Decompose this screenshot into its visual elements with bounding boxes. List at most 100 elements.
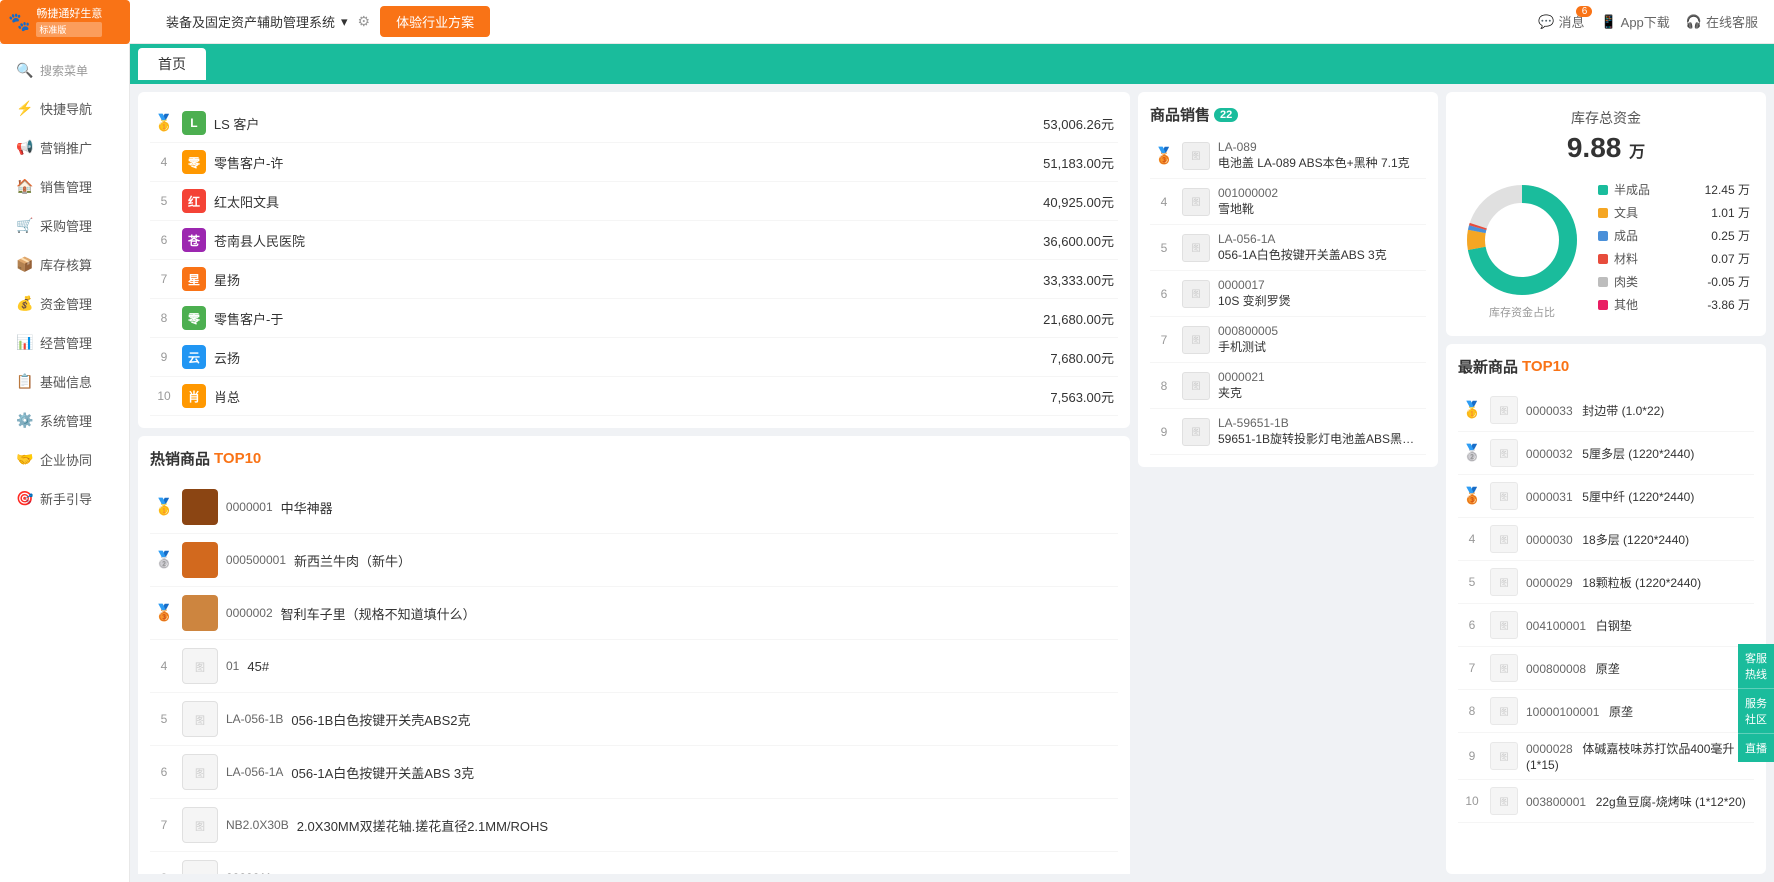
legend-value: 0.07 万: [1711, 250, 1750, 267]
rank-badge: L: [182, 111, 206, 135]
product-row: 8 图 0000011 12070519-xs: [150, 852, 1118, 874]
sidebar-item-purchase[interactable]: 🛒 采购管理: [0, 206, 129, 245]
float-btn-service[interactable]: 客服热线: [1738, 644, 1774, 689]
np-name: 18颗粒板 (1220*2440): [1582, 576, 1701, 590]
np-code: 0000031: [1526, 490, 1573, 504]
sidebar-item-guide[interactable]: 🎯 新手引导: [0, 479, 129, 518]
np-code: 0000030: [1526, 533, 1573, 547]
ranking-row: 7 星 星扬 33,333.00元: [150, 260, 1118, 299]
sidebar-item-finance[interactable]: 💰 资金管理: [0, 284, 129, 323]
legend-item: 文具 1.01 万: [1598, 204, 1750, 221]
rank-amount: 36,600.00元: [1043, 231, 1114, 250]
float-btn-community[interactable]: 服务社区: [1738, 689, 1774, 734]
new-product-row: 4 图 0000030 18多层 (1220*2440): [1458, 518, 1754, 561]
legend-name: 肉类: [1614, 273, 1707, 290]
product-row: 6 图 LA-056-1A 056-1A白色按键开关盖ABS 3克: [150, 746, 1118, 799]
sidebar-item-operation[interactable]: 📊 经营管理: [0, 323, 129, 362]
new-product-row: 10 图 003800001 22g鱼豆腐-烧烤味 (1*12*20): [1458, 780, 1754, 823]
rank-name: 零售客户-许: [214, 153, 1035, 172]
product-code: 0000001: [226, 500, 273, 514]
inventory-card: 库存总资金 9.88 万: [1446, 92, 1766, 336]
ps-name: 手机测试: [1218, 338, 1422, 355]
sidebar-item-marketing[interactable]: 📢 营销推广: [0, 128, 129, 167]
ps-code: 001000002: [1218, 186, 1422, 200]
product-sales-row: 8 图 0000021 夹克: [1150, 363, 1426, 409]
ps-code: 0000021: [1218, 370, 1422, 384]
product-row: 4 图 01 45#: [150, 640, 1118, 693]
nav-tabs: 首页: [130, 44, 1774, 84]
legend-name: 其他: [1614, 296, 1707, 313]
right-panel: 库存总资金 9.88 万: [1446, 92, 1766, 874]
rank-amount: 7,563.00元: [1050, 387, 1114, 406]
system-selector[interactable]: 装备及固定资产辅助管理系统 ▾: [166, 12, 348, 31]
product-name: 45#: [247, 659, 269, 674]
sidebar-item-collab[interactable]: 🤝 企业协同: [0, 440, 129, 479]
product-code: LA-056-1B: [226, 712, 283, 726]
product-sales-row: 🥉 图 LA-089 电池盖 LA-089 ABS本色+黑种 7.1克: [1150, 133, 1426, 179]
ps-name: 雪地靴: [1218, 200, 1422, 217]
product-name: 2.0X30MM双搓花轴.搓花直径2.1MM/ROHS: [297, 816, 548, 835]
legend-dot: [1598, 185, 1608, 195]
product-row: 🥇 0000001 中华神器: [150, 481, 1118, 534]
sidebar-item-search[interactable]: 🔍 搜索菜单: [0, 52, 129, 89]
product-sales-row: 7 图 000800005 手机测试: [1150, 317, 1426, 363]
sidebar-item-quick-nav[interactable]: ⚡ 快捷导航: [0, 89, 129, 128]
np-name: 封边带 (1.0*22): [1582, 404, 1664, 418]
target-icon: 🎯: [16, 490, 32, 507]
app-download-button[interactable]: 📱 App下载: [1600, 12, 1669, 31]
product-sales-title: 商品销售 22: [1150, 104, 1238, 125]
tab-home[interactable]: 首页: [138, 48, 206, 80]
new-products-card: 最新商品 TOP10 🥇 图 0000033 封边带 (1.0*22) 🥈 图 …: [1446, 344, 1766, 874]
hot-products-title: 热销商品 TOP10: [150, 448, 1118, 469]
sidebar-item-sales[interactable]: 🏠 销售管理: [0, 167, 129, 206]
trial-button[interactable]: 体验行业方案: [380, 6, 490, 37]
product-code: 000500001: [226, 553, 286, 567]
gear-button[interactable]: ⚙: [358, 13, 371, 30]
rank-amount: 7,680.00元: [1050, 348, 1114, 367]
product-row: 🥈 000500001 新西兰牛肉（新牛）: [150, 534, 1118, 587]
product-sales-row: 4 图 001000002 雪地靴: [1150, 179, 1426, 225]
product-row: 🥉 0000002 智利车子里（规格不知道填什么）: [150, 587, 1118, 640]
float-btn-broadcast[interactable]: 直播: [1738, 734, 1774, 762]
box-icon: 📦: [16, 256, 32, 273]
new-product-row: 9 图 0000028 体碱嘉枝味苏打饮品400毫升 (1*15): [1458, 733, 1754, 780]
product-sales-header: 商品销售 22: [1150, 104, 1426, 125]
rank-name: 零售客户-于: [214, 309, 1035, 328]
product-code: NB2.0X30B: [226, 818, 289, 832]
sidebar-item-basic[interactable]: 📋 基础信息: [0, 362, 129, 401]
product-code: 0000002: [226, 606, 273, 620]
inventory-amount: 9.88 万: [1462, 132, 1750, 164]
rank-badge: 云: [182, 345, 206, 369]
new-product-row: 5 图 0000029 18颗粒板 (1220*2440): [1458, 561, 1754, 604]
rank-amount: 40,925.00元: [1043, 192, 1114, 211]
ps-name: 59651-1B旋转投影灯电池盖ABS黑色+58克: [1218, 430, 1422, 447]
rank-name: LS 客户: [214, 114, 1035, 133]
product-name: 056-1B白色按键开关壳ABS2克: [291, 710, 470, 729]
product-sales-badge: 22: [1214, 108, 1238, 122]
product-sales-row: 5 图 LA-056-1A 056-1A白色按键开关盖ABS 3克: [1150, 225, 1426, 271]
product-sales-row: 9 图 LA-59651-1B 59651-1B旋转投影灯电池盖ABS黑色+58…: [1150, 409, 1426, 455]
sidebar-item-inventory[interactable]: 📦 库存核算: [0, 245, 129, 284]
online-service-button[interactable]: 🎧 在线客服: [1686, 12, 1758, 31]
legend-value: -0.05 万: [1707, 273, 1750, 290]
legend-dot: [1598, 300, 1608, 310]
rank-amount: 21,680.00元: [1043, 309, 1114, 328]
customer-ranking-list: 🥇 L LS 客户 53,006.26元 4 零 零售客户-许 51,183.0…: [150, 104, 1118, 416]
np-code: 004100001: [1526, 619, 1586, 633]
new-product-row: 6 图 004100001 白钢垫: [1458, 604, 1754, 647]
logo-area: 🐾 畅捷通好生意 标准版: [0, 0, 130, 44]
legend-item: 半成品 12.45 万: [1598, 181, 1750, 198]
np-code: 0000032: [1526, 447, 1573, 461]
floating-buttons: 客服热线 服务社区 直播: [1738, 644, 1774, 762]
legend-value: -3.86 万: [1707, 296, 1750, 313]
rank-name: 星扬: [214, 270, 1035, 289]
rank-name: 云扬: [214, 348, 1042, 367]
legend-item: 肉类 -0.05 万: [1598, 273, 1750, 290]
messages-button[interactable]: 💬 消息 6: [1538, 12, 1584, 31]
hot-products-list: 🥇 0000001 中华神器 🥈 000500001 新西兰牛肉（新牛） 🥉 0…: [150, 481, 1118, 874]
new-products-list: 🥇 图 0000033 封边带 (1.0*22) 🥈 图 0000032 5厘多…: [1458, 389, 1754, 823]
legend-item: 其他 -3.86 万: [1598, 296, 1750, 313]
top-right-actions: 💬 消息 6 📱 App下载 🎧 在线客服: [1538, 12, 1758, 31]
sidebar-item-system[interactable]: ⚙️ 系统管理: [0, 401, 129, 440]
inventory-legend: 半成品 12.45 万 文具 1.01 万 成品 0.25 万 材料 0.07 …: [1598, 181, 1750, 319]
